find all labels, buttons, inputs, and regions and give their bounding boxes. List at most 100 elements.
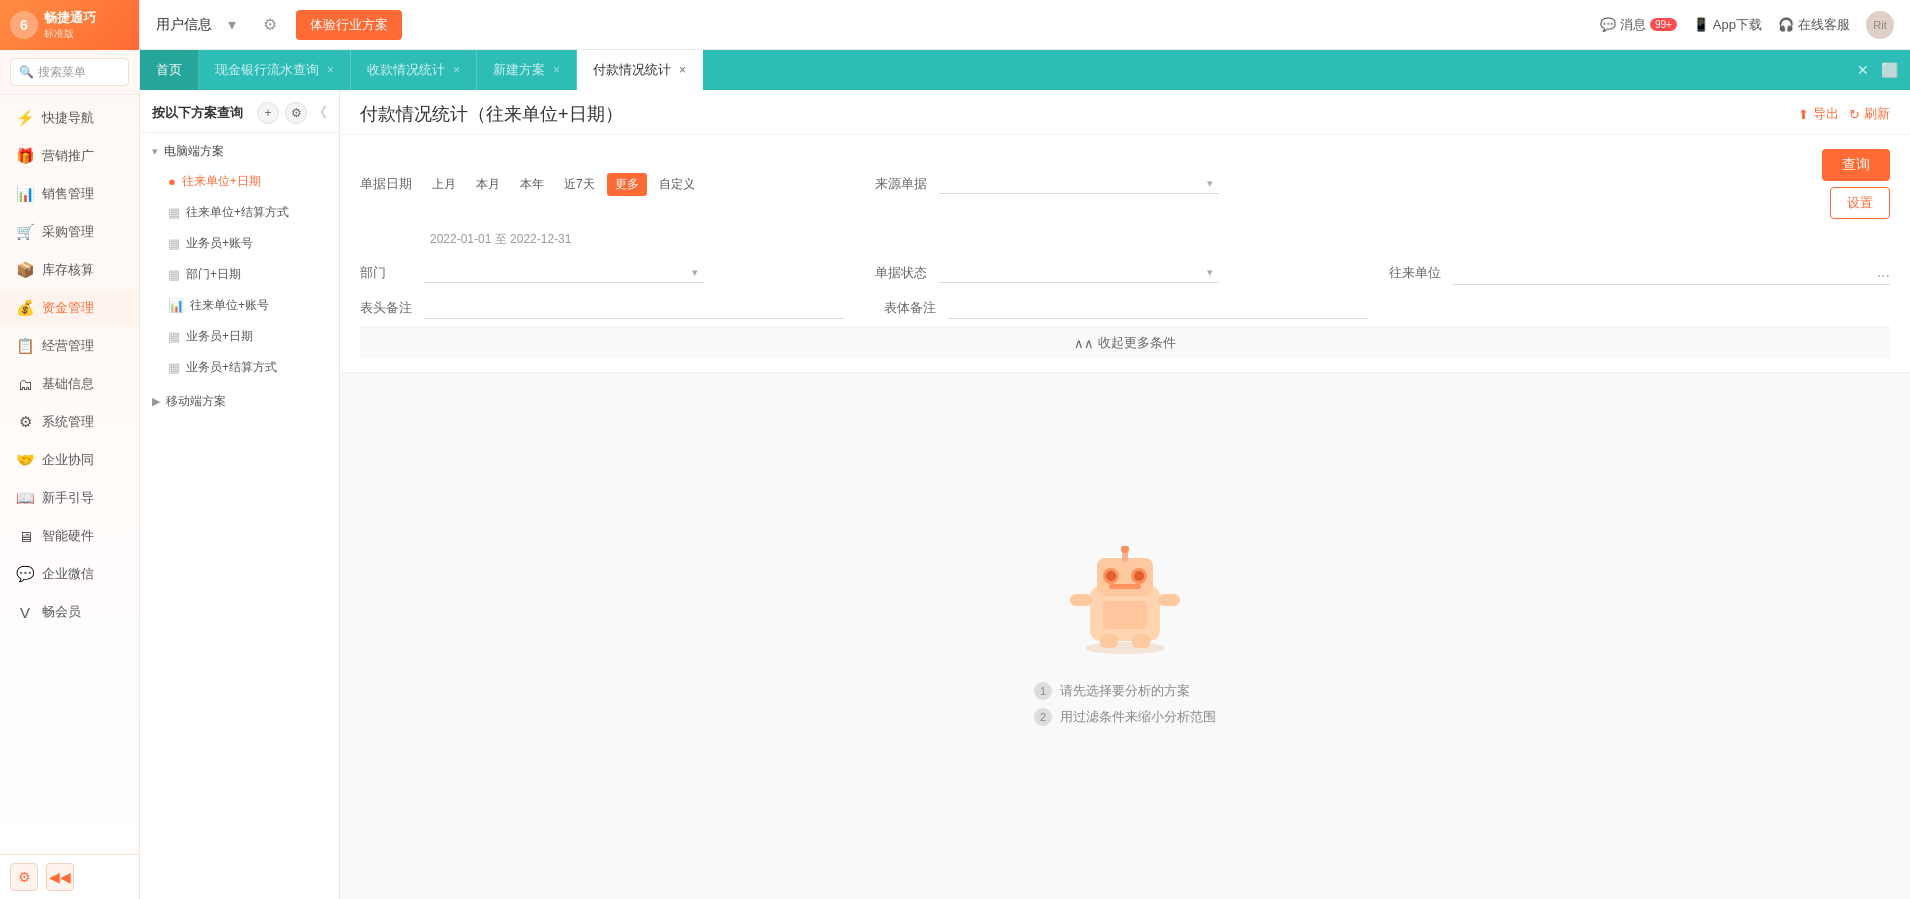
source-select[interactable]: ▾ <box>939 174 1219 194</box>
collapse-conditions-button[interactable]: ∧∧ 收起更多条件 <box>360 327 1890 358</box>
date-option-last-month[interactable]: 上月 <box>424 173 464 196</box>
enterprise-icon: 🤝 <box>16 451 34 469</box>
topbar-dropdown-button[interactable]: ▾ <box>220 13 244 37</box>
headset-icon: 🎧 <box>1778 17 1794 32</box>
header-note-input[interactable] <box>424 297 844 319</box>
date-option-this-month[interactable]: 本月 <box>468 173 508 196</box>
scheme-panel: 按以下方案查询 + ⚙ 《 ▾ 电脑端方案 ● <box>140 90 340 899</box>
hint-num-2: 2 <box>1034 708 1052 726</box>
svg-rect-12 <box>1100 634 1118 648</box>
scheme-gear-button[interactable]: ⚙ <box>285 102 307 124</box>
sidebar-nav: ⚡ 快捷导航 🎁 营销推广 📊 销售管理 🛒 采购管理 📦 库存核算 💰 资金管… <box>0 95 139 854</box>
tab-bank-flow[interactable]: 现金银行流水查询 × <box>199 50 351 90</box>
scheme-desktop-label: 电脑端方案 <box>164 143 224 160</box>
sidebar-item-weixin[interactable]: 💬 企业微信 <box>0 555 139 593</box>
scheme-item-staff-account[interactable]: ▦ 业务员+账号 <box>140 228 339 259</box>
tab-new-scheme-close[interactable]: × <box>553 63 560 77</box>
sidebar-item-inventory[interactable]: 📦 库存核算 <box>0 251 139 289</box>
date-option-this-year[interactable]: 本年 <box>512 173 552 196</box>
scheme-desktop-group-header[interactable]: ▾ 电脑端方案 <box>140 137 339 166</box>
bill-status-select[interactable]: ▾ <box>939 263 1219 283</box>
scheme-item-staff-date[interactable]: ▦ 业务员+日期 <box>140 321 339 352</box>
marketing-icon: 🎁 <box>16 147 34 165</box>
body-note-label: 表体备注 <box>884 299 940 317</box>
filter-row-2: 部门 ▾ 单据状态 ▾ 往来单位 <box>360 260 1890 285</box>
scheme-item-unit-settle[interactable]: ▦ 往来单位+结算方式 <box>140 197 339 228</box>
sidebar-item-member[interactable]: V 畅会员 <box>0 593 139 631</box>
quick-nav-icon: ⚡ <box>16 109 34 127</box>
chevron-up-icon: ∧∧ <box>1074 336 1094 351</box>
sidebar-item-marketing[interactable]: 🎁 营销推广 <box>0 137 139 175</box>
filter-settings-button[interactable]: 设置 <box>1830 187 1890 219</box>
phone-icon: 📱 <box>1693 17 1709 32</box>
sidebar-item-business[interactable]: 📋 经营管理 <box>0 327 139 365</box>
tab-receipts-stat-label: 收款情况统计 <box>367 61 445 79</box>
sidebar-item-system[interactable]: ⚙ 系统管理 <box>0 403 139 441</box>
svg-point-0 <box>1085 642 1165 654</box>
sidebar-bottom: ⚙ ◀◀ <box>0 854 139 899</box>
message-button[interactable]: 💬 消息 99+ <box>1600 16 1677 34</box>
svg-rect-10 <box>1070 594 1092 606</box>
settings-bottom-button[interactable]: ⚙ <box>10 863 38 891</box>
trial-industry-button[interactable]: 体验行业方案 <box>296 10 402 40</box>
topbar-gear-button[interactable]: ⚙ <box>256 11 284 39</box>
scheme-add-button[interactable]: + <box>257 102 279 124</box>
date-option-custom[interactable]: 自定义 <box>651 173 703 196</box>
logo-icon: 6 <box>10 11 38 39</box>
online-service-button[interactable]: 🎧 在线客服 <box>1778 16 1850 34</box>
svg-rect-14 <box>1103 601 1147 629</box>
sidebar-item-basic[interactable]: 🗂 基础信息 <box>0 365 139 403</box>
sidebar-item-enterprise[interactable]: 🤝 企业协同 <box>0 441 139 479</box>
scheme-item-unit-date[interactable]: ● 往来单位+日期 <box>140 166 339 197</box>
filter-header-note-cell: 表头备注 <box>360 297 844 319</box>
sidebar-item-guide[interactable]: 📖 新手引导 <box>0 479 139 517</box>
sidebar-item-finance[interactable]: 💰 资金管理 <box>0 289 139 327</box>
scheme-item-dept-date[interactable]: ▦ 部门+日期 <box>140 259 339 290</box>
refresh-button[interactable]: ↻ 刷新 <box>1849 105 1890 123</box>
sidebar-item-label: 快捷导航 <box>42 109 94 127</box>
tab-home[interactable]: 首页 <box>140 50 199 90</box>
app-download-button[interactable]: 📱 App下载 <box>1693 16 1762 34</box>
chevron-down-icon: ▾ <box>1207 177 1213 190</box>
tab-maximize-button[interactable]: ⬜ <box>1881 62 1898 78</box>
date-option-last-7[interactable]: 近7天 <box>556 173 603 196</box>
empty-hint-1: 1 请先选择要分析的方案 <box>1034 682 1216 700</box>
sidebar-item-hardware[interactable]: 🖥 智能硬件 <box>0 517 139 555</box>
tab-close-window-button[interactable]: ✕ <box>1857 62 1869 78</box>
message-icon: 💬 <box>1600 17 1616 32</box>
unit-dots[interactable]: ... <box>1877 263 1890 281</box>
scheme-item-unit-account[interactable]: 📊 往来单位+账号 <box>140 290 339 321</box>
online-service-label: 在线客服 <box>1798 16 1850 34</box>
tab-home-label: 首页 <box>156 61 182 79</box>
svg-point-6 <box>1134 571 1144 581</box>
content-area: 付款情况统计（往来单位+日期） ⬆ 导出 ↻ 刷新 <box>340 90 1910 899</box>
scheme-active-icon: ● <box>168 174 176 189</box>
page-body: 按以下方案查询 + ⚙ 《 ▾ 电脑端方案 ● <box>140 90 1910 899</box>
date-option-more[interactable]: 更多 <box>607 173 647 196</box>
plus-icon: + <box>264 106 271 120</box>
date-range-display: 2022-01-01 至 2022-12-31 <box>430 231 1890 248</box>
tab-new-scheme[interactable]: 新建方案 × <box>477 50 577 90</box>
empty-hints: 1 请先选择要分析的方案 2 用过滤条件来缩小分析范围 <box>1034 682 1216 726</box>
search-menu-button[interactable]: 🔍 搜索菜单 <box>10 58 129 86</box>
body-note-input[interactable] <box>948 297 1368 319</box>
scheme-mobile-group[interactable]: ▶ 移动端方案 <box>140 387 339 416</box>
tab-receipts-stat-close[interactable]: × <box>453 63 460 77</box>
sidebar-item-sales[interactable]: 📊 销售管理 <box>0 175 139 213</box>
query-button[interactable]: 查询 <box>1822 149 1890 181</box>
export-button[interactable]: ⬆ 导出 <box>1798 105 1839 123</box>
tab-receipts-stat[interactable]: 收款情况统计 × <box>351 50 477 90</box>
scheme-collapse-button[interactable]: 《 <box>313 104 327 122</box>
main-content: 用户信息 ▾ ⚙ 体验行业方案 💬 消息 99+ 📱 App下载 🎧 在线客服 … <box>140 0 1910 899</box>
finance-icon: 💰 <box>16 299 34 317</box>
tab-payment-stat-close[interactable]: × <box>679 63 686 77</box>
sidebar-item-purchase[interactable]: 🛒 采购管理 <box>0 213 139 251</box>
dept-select[interactable]: ▾ <box>424 263 704 283</box>
sidebar-item-quick-nav[interactable]: ⚡ 快捷导航 <box>0 99 139 137</box>
collapse-sidebar-button[interactable]: ◀◀ <box>46 863 74 891</box>
tab-bank-flow-close[interactable]: × <box>327 63 334 77</box>
user-avatar[interactable]: Rit <box>1866 11 1894 39</box>
sidebar-item-label: 经营管理 <box>42 337 94 355</box>
tab-payment-stat[interactable]: 付款情况统计 × <box>577 50 703 90</box>
scheme-item-staff-settle[interactable]: ▦ 业务员+结算方式 <box>140 352 339 383</box>
